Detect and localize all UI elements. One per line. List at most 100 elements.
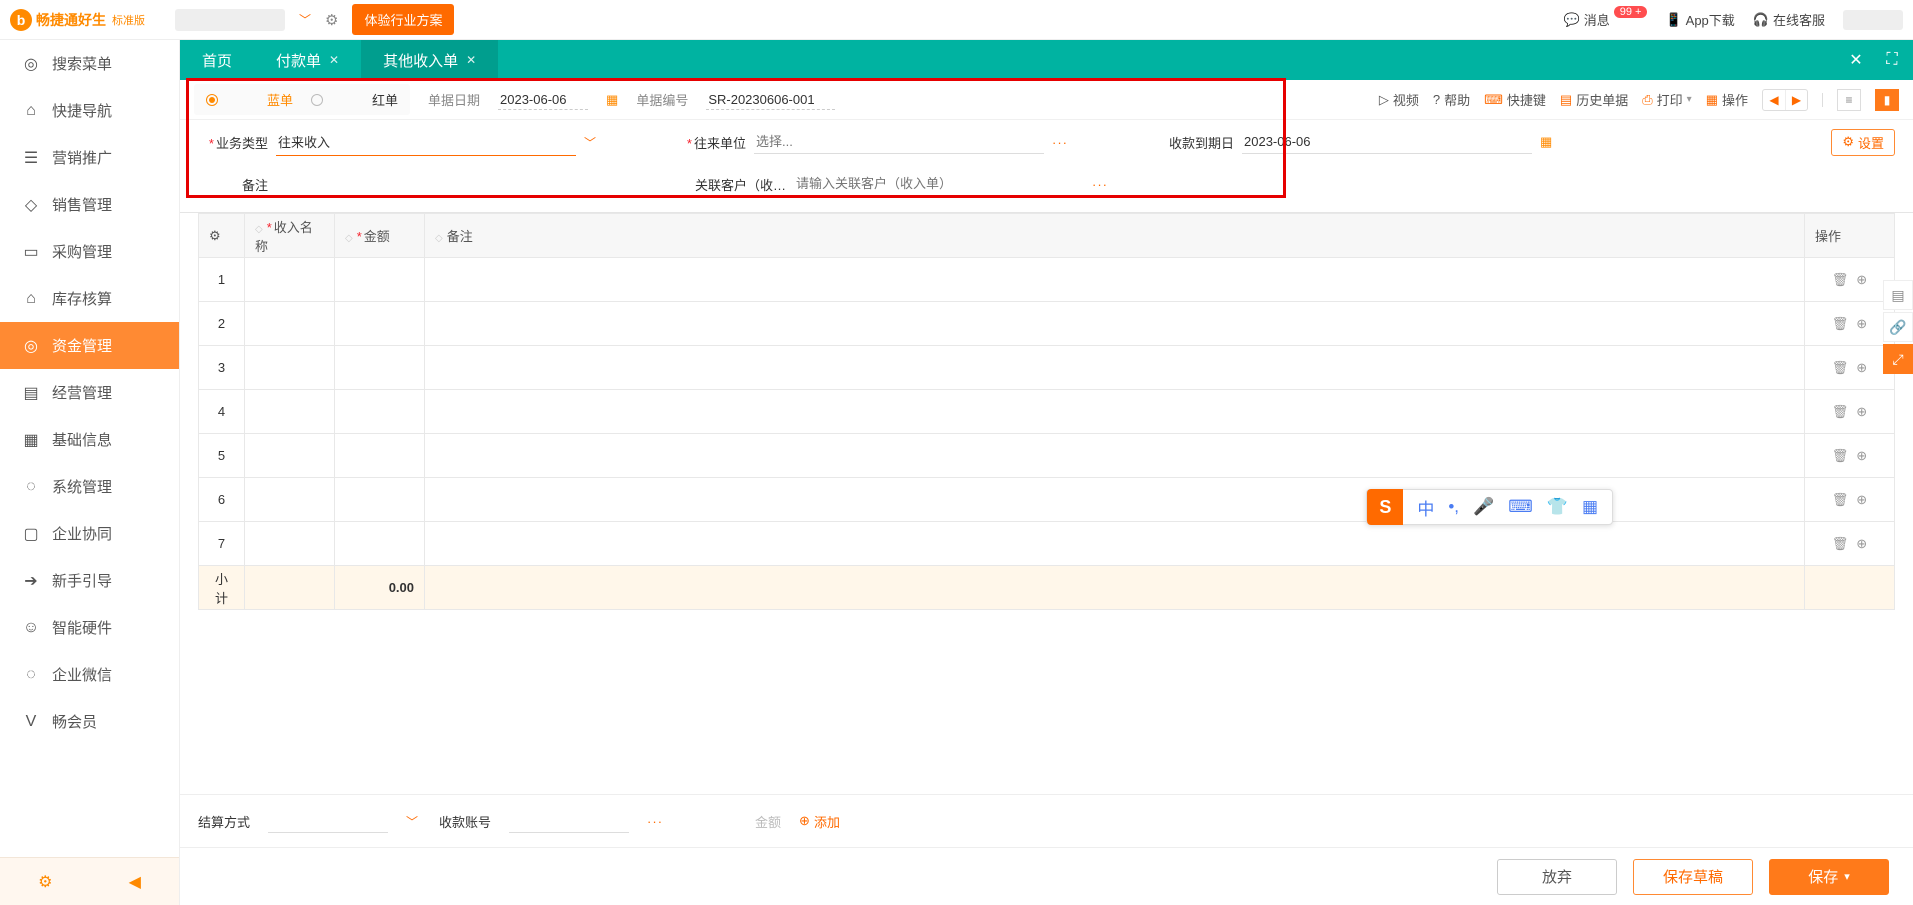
sidebar-item-member[interactable]: V畅会员 xyxy=(0,698,179,745)
gear-icon[interactable]: ⚙ xyxy=(325,11,338,29)
partner-input[interactable] xyxy=(754,130,1044,154)
chevron-down-icon[interactable]: ﹀ xyxy=(584,134,596,151)
ime-mic-icon[interactable]: 🎤 xyxy=(1473,497,1494,517)
cell-income-name[interactable] xyxy=(245,346,335,390)
table-row[interactable]: 6🗑⊕ xyxy=(199,478,1895,522)
dock-link-icon[interactable]: 🔗 xyxy=(1883,312,1913,342)
sidebar-item-guide[interactable]: ➔新手引导 xyxy=(0,557,179,604)
sidebar-item-collab[interactable]: ▢企业协同 xyxy=(0,510,179,557)
delete-row-icon[interactable]: 🗑 xyxy=(1832,360,1849,375)
add-row-icon[interactable]: ⊕ xyxy=(1856,272,1867,287)
add-row-icon[interactable]: ⊕ xyxy=(1856,316,1867,331)
col-amount[interactable]: ◇*金额 xyxy=(335,214,425,258)
delete-row-icon[interactable]: 🗑 xyxy=(1832,536,1849,551)
sidebar-item-system[interactable]: ◌系统管理 xyxy=(0,463,179,510)
ime-keyboard-icon[interactable]: ⌨ xyxy=(1508,497,1533,517)
save-button[interactable]: 保存▾ xyxy=(1769,859,1889,895)
ime-punct-icon[interactable]: •, xyxy=(1448,497,1459,517)
cell-remark[interactable] xyxy=(425,258,1805,302)
cell-income-name[interactable] xyxy=(245,478,335,522)
cell-remark[interactable] xyxy=(425,302,1805,346)
add-row-icon[interactable]: ⊕ xyxy=(1856,404,1867,419)
cell-amount[interactable] xyxy=(335,346,425,390)
account-lookup-button[interactable]: ··· xyxy=(647,814,663,829)
partner-lookup-button[interactable]: ··· xyxy=(1052,135,1068,150)
cell-amount[interactable] xyxy=(335,434,425,478)
tab-other-income[interactable]: 其他收入单✕ xyxy=(361,40,498,80)
delete-row-icon[interactable]: 🗑 xyxy=(1832,272,1849,287)
add-row-icon[interactable]: ⊕ xyxy=(1856,448,1867,463)
ime-skin-icon[interactable]: 👕 xyxy=(1547,497,1568,517)
view-list-button[interactable]: ≡ xyxy=(1837,89,1861,111)
add-row-icon[interactable]: ⊕ xyxy=(1856,536,1867,551)
calendar-icon[interactable]: ▦ xyxy=(1540,134,1552,150)
table-row[interactable]: 4🗑⊕ xyxy=(199,390,1895,434)
ime-logo-icon[interactable]: S xyxy=(1367,489,1403,525)
tab-payment[interactable]: 付款单✕ xyxy=(254,40,361,80)
app-download-link[interactable]: 📱 App下载 xyxy=(1665,10,1734,29)
sidebar-item-wechat[interactable]: ◌企业微信 xyxy=(0,651,179,698)
chevron-down-icon[interactable]: ﹀ xyxy=(299,11,311,28)
table-row[interactable]: 2🗑⊕ xyxy=(199,302,1895,346)
org-selector[interactable] xyxy=(175,9,285,31)
receipt-account-input[interactable] xyxy=(509,809,629,833)
add-row-icon[interactable]: ⊕ xyxy=(1856,360,1867,375)
sidebar-item-basicinfo[interactable]: ▦基础信息 xyxy=(0,416,179,463)
chevron-down-icon[interactable]: ﹀ xyxy=(406,813,418,830)
sidebar-item-hardware[interactable]: ☺智能硬件 xyxy=(0,604,179,651)
radio-blue[interactable]: 蓝单 xyxy=(206,90,293,109)
toolbar-print[interactable]: ⎙打印 ▾ xyxy=(1642,90,1691,109)
radio-red[interactable]: 红单 xyxy=(311,90,398,109)
cell-remark[interactable] xyxy=(425,390,1805,434)
close-icon[interactable]: ✕ xyxy=(466,53,476,67)
cell-income-name[interactable] xyxy=(245,434,335,478)
dock-note-icon[interactable]: ▤ xyxy=(1883,280,1913,310)
view-detail-button[interactable]: ▮ xyxy=(1875,89,1899,111)
bill-no-value[interactable]: SR-20230606-001 xyxy=(706,90,834,110)
add-row-icon[interactable]: ⊕ xyxy=(1856,492,1867,507)
cell-income-name[interactable] xyxy=(245,258,335,302)
sidebar-item-inventory[interactable]: ⌂库存核算 xyxy=(0,275,179,322)
table-row[interactable]: 7🗑⊕ xyxy=(199,522,1895,566)
col-remark[interactable]: ◇备注 xyxy=(425,214,1805,258)
settings-icon[interactable]: ⚙ xyxy=(38,872,52,892)
prev-record-button[interactable]: ◀ xyxy=(1763,90,1785,110)
tab-fullscreen-button[interactable]: ⛶ xyxy=(1877,45,1907,75)
toolbar-shortcut[interactable]: ⌨快捷键 xyxy=(1484,90,1546,109)
close-icon[interactable]: ✕ xyxy=(329,53,339,67)
cell-remark[interactable] xyxy=(425,346,1805,390)
toolbar-video[interactable]: ▷视频 xyxy=(1379,90,1419,109)
sidebar-item-purchase[interactable]: ▭采购管理 xyxy=(0,228,179,275)
toolbar-ops[interactable]: ▦操作 xyxy=(1706,90,1748,109)
settings-button[interactable]: ⚙设置 xyxy=(1831,129,1895,156)
collapse-icon[interactable]: ◀ xyxy=(129,872,141,892)
dock-expand-icon[interactable]: ⤢ xyxy=(1883,344,1913,374)
toolbar-history[interactable]: ▤历史单据 xyxy=(1560,90,1628,109)
sidebar-item-operations[interactable]: ▤经营管理 xyxy=(0,369,179,416)
tab-home[interactable]: 首页 xyxy=(180,40,254,80)
sidebar-item-quicknav[interactable]: ⌂快捷导航 xyxy=(0,87,179,134)
industry-solution-button[interactable]: 体验行业方案 xyxy=(352,4,454,35)
remark-input[interactable] xyxy=(276,172,596,196)
ime-toolbox-icon[interactable]: ▦ xyxy=(1582,497,1598,517)
cell-amount[interactable] xyxy=(335,390,425,434)
delete-row-icon[interactable]: 🗑 xyxy=(1832,448,1849,463)
sidebar-item-sales[interactable]: ◇销售管理 xyxy=(0,181,179,228)
delete-row-icon[interactable]: 🗑 xyxy=(1832,316,1849,331)
cell-income-name[interactable] xyxy=(245,390,335,434)
cell-amount[interactable] xyxy=(335,302,425,346)
sidebar-item-search[interactable]: ◎搜索菜单 xyxy=(0,40,179,87)
sidebar-item-marketing[interactable]: ☰营销推广 xyxy=(0,134,179,181)
sidebar-item-funds[interactable]: ◎资金管理 xyxy=(0,322,179,369)
calendar-icon[interactable]: ▦ xyxy=(606,92,618,108)
settlement-method-input[interactable] xyxy=(268,809,388,833)
cell-remark[interactable] xyxy=(425,522,1805,566)
table-row[interactable]: 3🗑⊕ xyxy=(199,346,1895,390)
biz-type-select[interactable]: 往来收入 xyxy=(276,128,576,156)
discard-button[interactable]: 放弃 xyxy=(1497,859,1617,895)
delete-row-icon[interactable]: 🗑 xyxy=(1832,404,1849,419)
customer-service-link[interactable]: 🎧 在线客服 xyxy=(1753,10,1825,29)
cell-remark[interactable] xyxy=(425,434,1805,478)
col-income-name[interactable]: ◇*收入名称 xyxy=(245,214,335,258)
table-row[interactable]: 1🗑⊕ xyxy=(199,258,1895,302)
